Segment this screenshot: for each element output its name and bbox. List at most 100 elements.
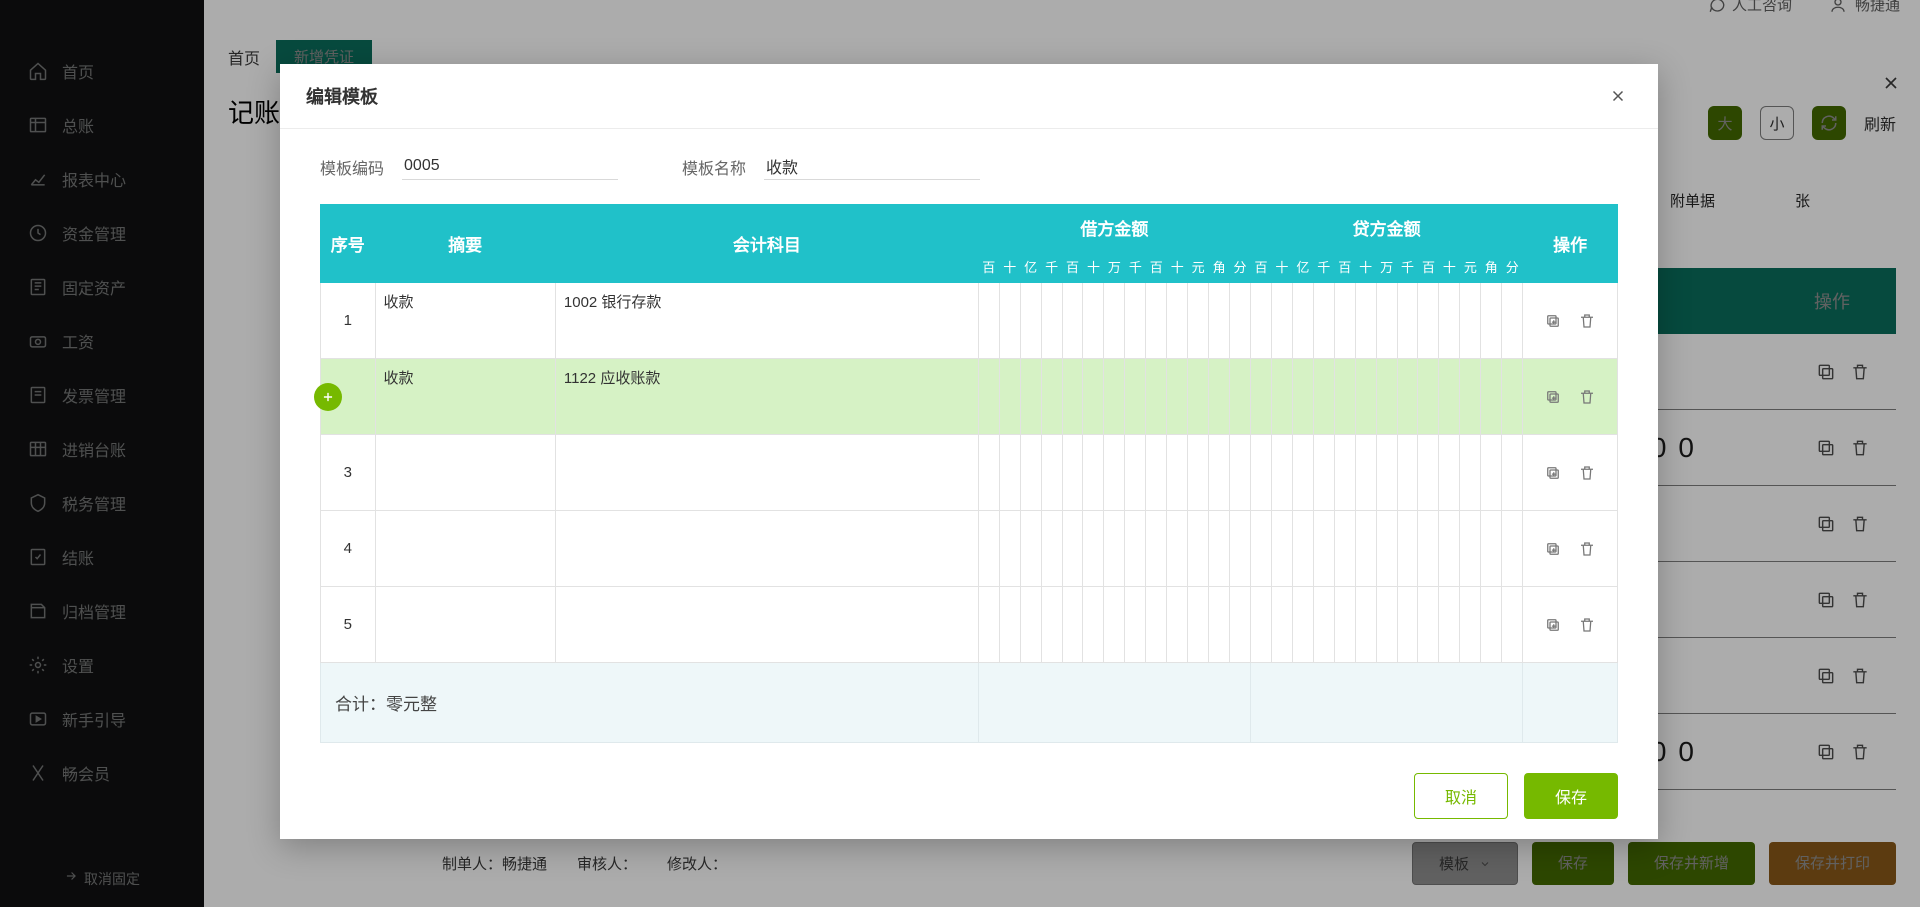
debit-digit[interactable] [1188,435,1209,511]
credit-digit[interactable] [1397,511,1418,587]
debit-digit[interactable] [1209,435,1230,511]
debit-digit[interactable] [978,587,999,663]
debit-digit[interactable] [1041,359,1062,435]
debit-digit[interactable] [1230,511,1251,587]
row-summary[interactable]: 收款 [375,359,555,435]
debit-digit[interactable] [1188,283,1209,359]
credit-digit[interactable] [1313,359,1334,435]
debit-digit[interactable] [1041,587,1062,663]
debit-digit[interactable] [1041,435,1062,511]
debit-digit[interactable] [1020,511,1041,587]
add-row-button[interactable] [314,383,342,411]
credit-digit[interactable] [1376,587,1397,663]
debit-digit[interactable] [1104,511,1125,587]
credit-digit[interactable] [1313,283,1334,359]
debit-digit[interactable] [999,587,1020,663]
debit-digit[interactable] [1083,359,1104,435]
credit-digit[interactable] [1355,435,1376,511]
credit-digit[interactable] [1313,435,1334,511]
debit-digit[interactable] [999,435,1020,511]
debit-digit[interactable] [1083,511,1104,587]
debit-digit[interactable] [1209,511,1230,587]
credit-digit[interactable] [1292,587,1313,663]
credit-digit[interactable] [1271,435,1292,511]
credit-digit[interactable] [1355,359,1376,435]
row-summary[interactable] [375,587,555,663]
credit-digit[interactable] [1397,435,1418,511]
credit-digit[interactable] [1376,283,1397,359]
credit-digit[interactable] [1376,435,1397,511]
debit-digit[interactable] [1167,283,1188,359]
credit-digit[interactable] [1271,283,1292,359]
credit-digit[interactable] [1271,587,1292,663]
debit-digit[interactable] [1062,435,1083,511]
debit-digit[interactable] [1020,283,1041,359]
credit-digit[interactable] [1439,359,1460,435]
debit-digit[interactable] [1167,587,1188,663]
credit-digit[interactable] [1481,359,1502,435]
debit-digit[interactable] [978,283,999,359]
credit-digit[interactable] [1355,511,1376,587]
debit-digit[interactable] [978,511,999,587]
debit-digit[interactable] [1125,359,1146,435]
credit-digit[interactable] [1481,435,1502,511]
credit-digit[interactable] [1460,511,1481,587]
row-account[interactable] [555,511,978,587]
credit-digit[interactable] [1502,511,1523,587]
credit-digit[interactable] [1439,511,1460,587]
credit-digit[interactable] [1439,587,1460,663]
credit-digit[interactable] [1292,359,1313,435]
credit-digit[interactable] [1355,283,1376,359]
credit-digit[interactable] [1355,587,1376,663]
debit-digit[interactable] [1146,587,1167,663]
debit-digit[interactable] [1062,283,1083,359]
credit-digit[interactable] [1376,359,1397,435]
debit-digit[interactable] [1146,283,1167,359]
debit-digit[interactable] [1230,283,1251,359]
debit-digit[interactable] [1188,587,1209,663]
copy-row-icon[interactable] [1544,388,1562,406]
credit-digit[interactable] [1334,435,1355,511]
debit-digit[interactable] [1125,511,1146,587]
credit-digit[interactable] [1460,587,1481,663]
copy-row-icon[interactable] [1544,616,1562,634]
copy-row-icon[interactable] [1544,312,1562,330]
row-summary[interactable] [375,435,555,511]
credit-digit[interactable] [1460,283,1481,359]
debit-digit[interactable] [1230,587,1251,663]
debit-digit[interactable] [1188,359,1209,435]
credit-digit[interactable] [1271,359,1292,435]
row-summary[interactable] [375,511,555,587]
credit-digit[interactable] [1439,435,1460,511]
debit-digit[interactable] [1230,359,1251,435]
credit-digit[interactable] [1271,511,1292,587]
debit-digit[interactable] [1062,511,1083,587]
debit-digit[interactable] [1125,283,1146,359]
debit-digit[interactable] [1146,511,1167,587]
credit-digit[interactable] [1313,587,1334,663]
debit-digit[interactable] [1062,587,1083,663]
debit-digit[interactable] [1104,283,1125,359]
credit-digit[interactable] [1481,511,1502,587]
credit-digit[interactable] [1481,283,1502,359]
row-account[interactable] [555,435,978,511]
debit-digit[interactable] [1104,435,1125,511]
debit-digit[interactable] [1146,435,1167,511]
credit-digit[interactable] [1334,511,1355,587]
credit-digit[interactable] [1502,359,1523,435]
debit-digit[interactable] [1104,359,1125,435]
delete-row-icon[interactable] [1578,616,1596,634]
template-name-input[interactable] [764,153,980,180]
copy-row-icon[interactable] [1544,464,1562,482]
credit-digit[interactable] [1334,587,1355,663]
row-account[interactable]: 1122 应收账款 [555,359,978,435]
credit-digit[interactable] [1397,587,1418,663]
credit-digit[interactable] [1397,283,1418,359]
credit-digit[interactable] [1418,511,1439,587]
credit-digit[interactable] [1502,435,1523,511]
debit-digit[interactable] [1167,511,1188,587]
delete-row-icon[interactable] [1578,388,1596,406]
debit-digit[interactable] [1125,587,1146,663]
copy-row-icon[interactable] [1544,540,1562,558]
row-account[interactable] [555,587,978,663]
